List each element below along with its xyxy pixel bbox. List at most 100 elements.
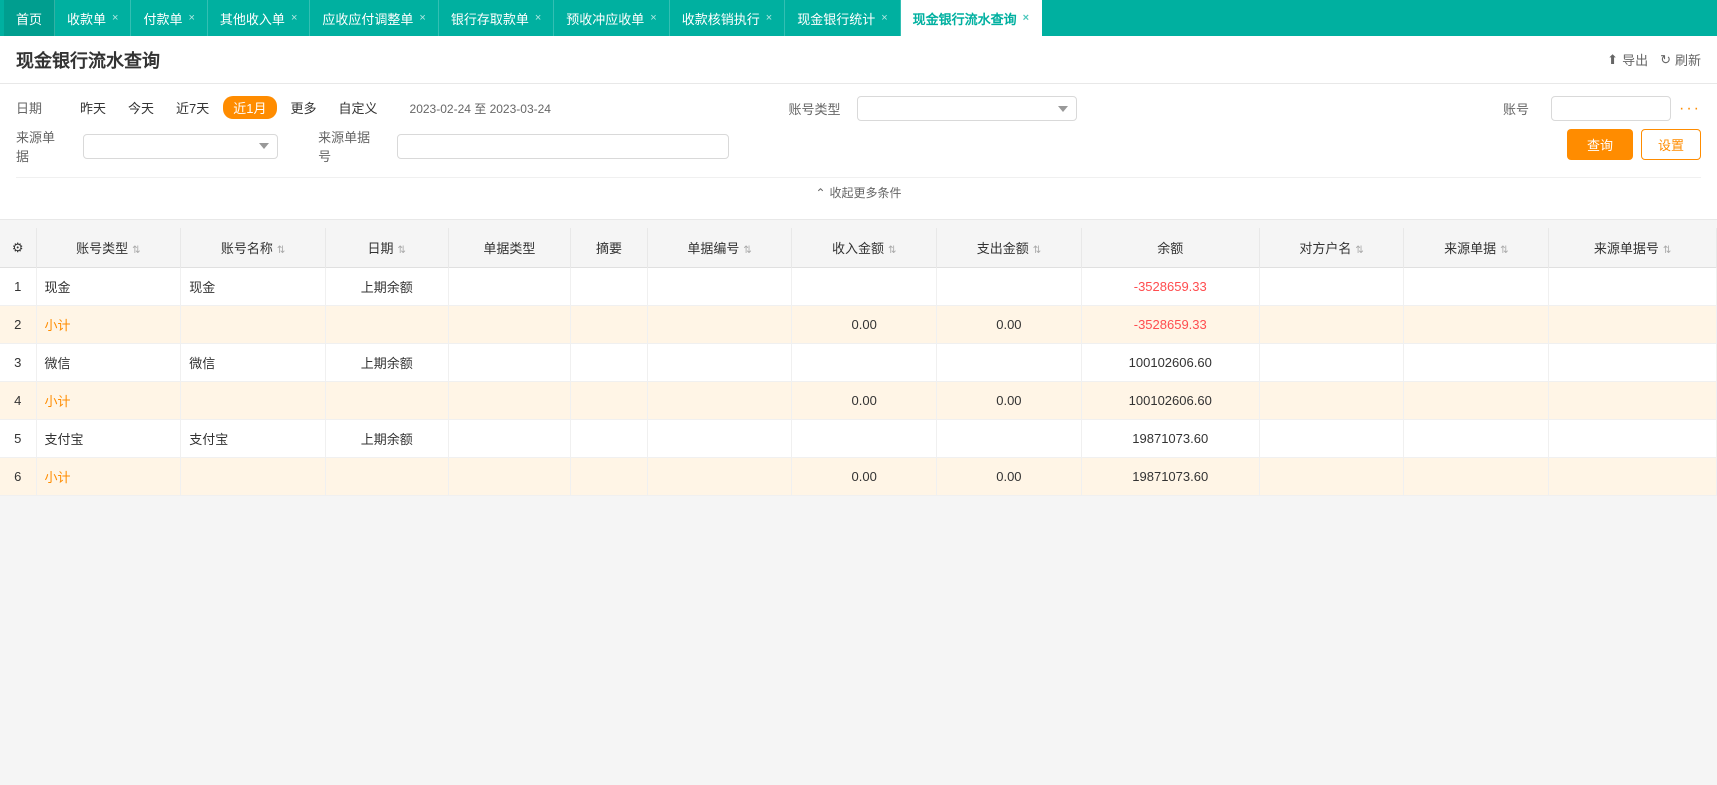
nav-tab-verify[interactable]: 收款核销执行 ×: [670, 0, 785, 36]
col-account-name[interactable]: 账号名称⇅: [181, 228, 326, 268]
table-cell: 上期余额: [325, 344, 448, 382]
nav-tab-payment[interactable]: 付款单 ×: [131, 0, 207, 36]
table-cell: [647, 306, 792, 344]
nav-tab-cashflow[interactable]: 现金银行流水查询 ×: [901, 0, 1042, 36]
account-ellipsis-button[interactable]: ···: [1679, 100, 1701, 118]
table-cell: [647, 458, 792, 496]
close-icon[interactable]: ×: [112, 12, 118, 24]
table-cell: [325, 458, 448, 496]
close-icon[interactable]: ×: [188, 12, 194, 24]
table-cell: [181, 382, 326, 420]
col-counterpart[interactable]: 对方户名⇅: [1259, 228, 1404, 268]
account-type-select[interactable]: [857, 96, 1077, 121]
col-account-type[interactable]: 账号类型⇅: [36, 228, 181, 268]
table-cell: [181, 306, 326, 344]
account-input[interactable]: [1551, 96, 1671, 121]
table-cell: [1549, 382, 1717, 420]
close-icon[interactable]: ×: [419, 12, 425, 24]
table-cell: 支付宝: [181, 420, 326, 458]
table-cell: [647, 382, 792, 420]
table-cell: [448, 268, 571, 306]
header-actions: ⬆ 导出 ↻ 刷新: [1607, 50, 1701, 69]
table-cell: [1549, 344, 1717, 382]
table-cell: [1404, 382, 1549, 420]
table-cell: [1404, 306, 1549, 344]
nav-tab-home[interactable]: 首页: [4, 0, 55, 36]
close-icon[interactable]: ×: [291, 12, 297, 24]
date-options: 昨天 今天 近7天 近1月 更多 自定义: [72, 96, 386, 119]
table-cell: [448, 458, 571, 496]
query-button[interactable]: 查询: [1567, 129, 1633, 160]
table-cell: [792, 344, 937, 382]
table-cell: 0.00: [792, 382, 937, 420]
table-cell: 3: [0, 344, 36, 382]
table-cell: 0.00: [792, 306, 937, 344]
nav-tab-bank[interactable]: 银行存取款单 ×: [439, 0, 554, 36]
table-cell: 19871073.60: [1081, 458, 1259, 496]
source-doc-select[interactable]: [83, 134, 278, 159]
table-cell: 上期余额: [325, 420, 448, 458]
table-cell: [937, 344, 1082, 382]
table-row: 5支付宝支付宝上期余额19871073.60: [0, 420, 1717, 458]
table-cell: 0.00: [937, 306, 1082, 344]
table-cell: [325, 306, 448, 344]
table-cell: [571, 268, 647, 306]
close-icon[interactable]: ×: [650, 12, 656, 24]
table-cell: 1: [0, 268, 36, 306]
settings-button[interactable]: 设置: [1641, 129, 1701, 160]
date-btn-1month[interactable]: 近1月: [223, 96, 276, 119]
table-cell: 微信: [36, 344, 181, 382]
filter-area: 日期 昨天 今天 近7天 近1月 更多 自定义 2023-02-24 至 202…: [0, 84, 1717, 220]
table-cell: [1259, 268, 1404, 306]
table-cell: [1404, 458, 1549, 496]
nav-tab-receipt[interactable]: 收款单 ×: [55, 0, 131, 36]
refresh-icon: ↻: [1660, 52, 1671, 68]
close-icon[interactable]: ×: [1023, 12, 1029, 24]
table-cell: [1549, 306, 1717, 344]
table-cell: 现金: [36, 268, 181, 306]
close-icon[interactable]: ×: [535, 12, 541, 24]
table-cell: 小计: [36, 306, 181, 344]
table-cell: [647, 344, 792, 382]
table-cell: [571, 420, 647, 458]
date-btn-yesterday[interactable]: 昨天: [72, 96, 114, 119]
nav-tab-other-income[interactable]: 其他收入单 ×: [208, 0, 310, 36]
date-btn-custom[interactable]: 自定义: [331, 96, 386, 119]
col-doc-type: 单据类型: [448, 228, 571, 268]
col-income[interactable]: 收入金额⇅: [792, 228, 937, 268]
collapse-bar[interactable]: ⌃ 收起更多条件: [16, 177, 1701, 207]
refresh-button[interactable]: ↻ 刷新: [1660, 50, 1701, 69]
table-cell: [1259, 306, 1404, 344]
source-doc-no-input[interactable]: [397, 134, 728, 159]
source-doc-label: 来源单据: [16, 127, 67, 165]
table-cell: [448, 306, 571, 344]
col-settings[interactable]: ⚙: [0, 228, 36, 268]
nav-tab-adjustment[interactable]: 应收应付调整单 ×: [310, 0, 438, 36]
table-cell: 上期余额: [325, 268, 448, 306]
close-icon[interactable]: ×: [766, 12, 772, 24]
table-cell: -3528659.33: [1081, 268, 1259, 306]
date-btn-today[interactable]: 今天: [120, 96, 162, 119]
close-icon[interactable]: ×: [881, 12, 887, 24]
table-cell: [571, 344, 647, 382]
table-cell: 微信: [181, 344, 326, 382]
date-btn-7days[interactable]: 近7天: [168, 96, 217, 119]
col-source-doc-no[interactable]: 来源单据号⇅: [1549, 228, 1717, 268]
col-doc-no[interactable]: 单据编号⇅: [647, 228, 792, 268]
col-expense[interactable]: 支出金额⇅: [937, 228, 1082, 268]
table-header-row: ⚙ 账号类型⇅ 账号名称⇅ 日期⇅ 单据类型 摘要 单据编号⇅ 收入金额⇅: [0, 228, 1717, 268]
nav-tab-stats[interactable]: 现金银行统计 ×: [785, 0, 900, 36]
date-label: 日期: [16, 98, 56, 117]
table-cell: [1259, 382, 1404, 420]
table-cell: [792, 420, 937, 458]
nav-tab-prepay[interactable]: 预收冲应收单 ×: [554, 0, 669, 36]
date-btn-more[interactable]: 更多: [283, 96, 325, 119]
table-cell: [571, 306, 647, 344]
table-cell: [571, 382, 647, 420]
table-cell: [1549, 420, 1717, 458]
table-cell: 100102606.60: [1081, 344, 1259, 382]
export-button[interactable]: ⬆ 导出: [1607, 50, 1648, 69]
table-row: 2小计0.000.00-3528659.33: [0, 306, 1717, 344]
col-date[interactable]: 日期⇅: [325, 228, 448, 268]
col-source-doc[interactable]: 来源单据⇅: [1404, 228, 1549, 268]
